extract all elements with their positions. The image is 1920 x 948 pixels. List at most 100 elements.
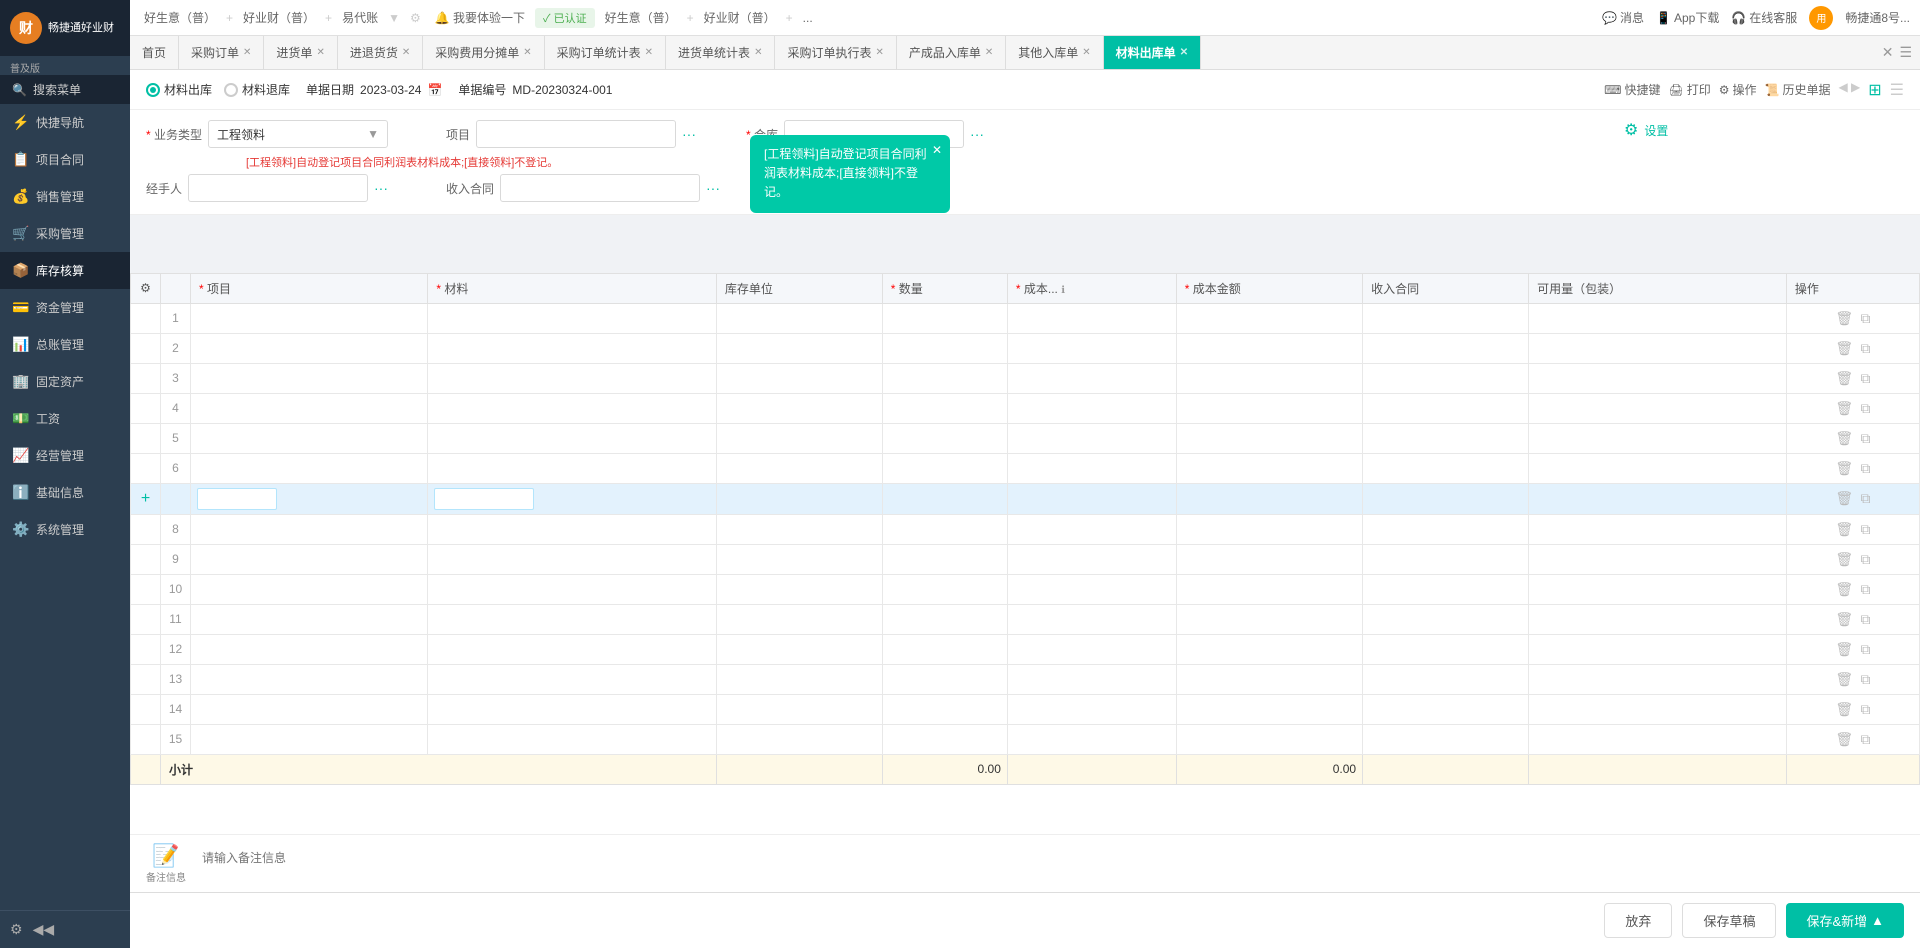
topbar-easy-agent[interactable]: 易代账 — [338, 7, 382, 28]
delete-row-icon[interactable]: 🗑 — [1833, 310, 1855, 326]
radio-material-out[interactable]: 材料出库 — [146, 81, 212, 98]
row-project-cell[interactable] — [191, 453, 428, 483]
discard-button[interactable]: 放弃 — [1604, 903, 1672, 938]
sidebar-item-system[interactable]: ⚙️ 系统管理 — [0, 511, 130, 548]
copy-row-icon[interactable]: ⧉ — [1859, 671, 1873, 687]
project-cell-input[interactable] — [197, 488, 277, 510]
tab-inbound-return[interactable]: 进退货货 ✕ — [338, 36, 423, 70]
row-project-cell[interactable] — [191, 634, 428, 664]
message-button[interactable]: 💬 消息 — [1602, 9, 1644, 26]
sidebar-item-info[interactable]: ℹ️ 基础信息 — [0, 474, 130, 511]
tooltip-close-button[interactable]: ✕ — [932, 141, 942, 160]
warehouse-dots[interactable]: ··· — [970, 126, 984, 142]
copy-row-icon[interactable]: ⧉ — [1859, 460, 1873, 476]
row-material-cell[interactable] — [428, 634, 716, 664]
tab-close-inbound[interactable]: ✕ — [316, 47, 324, 58]
income-contract-dots[interactable]: ··· — [706, 180, 720, 196]
user-avatar[interactable]: 用 — [1809, 6, 1833, 30]
tab-purchase-order[interactable]: 采购订单 ✕ — [179, 36, 264, 70]
row-material-cell[interactable] — [428, 514, 716, 544]
delete-row-icon[interactable]: 🗑 — [1833, 641, 1855, 657]
sidebar-item-salary[interactable]: 💵 工资 — [0, 400, 130, 437]
delete-row-icon[interactable]: 🗑 — [1833, 671, 1855, 687]
row-material-cell[interactable] — [428, 453, 716, 483]
delete-row-icon[interactable]: 🗑 — [1833, 521, 1855, 537]
delete-row-icon[interactable]: 🗑 — [1833, 400, 1855, 416]
print-button[interactable]: 🖨 打印 — [1668, 80, 1710, 100]
delete-row-icon[interactable]: 🗑 — [1833, 611, 1855, 627]
tab-close-other-inbound[interactable]: ✕ — [1082, 47, 1090, 58]
app-download-button[interactable]: 📱 App下载 — [1656, 9, 1719, 26]
tab-close-inbound-stats[interactable]: ✕ — [754, 47, 762, 58]
tab-close-purchase-expense[interactable]: ✕ — [523, 47, 531, 58]
topbar-try[interactable]: 🔔 我要体验一下 — [431, 7, 529, 28]
tab-material-outbound[interactable]: 材料出库单 ✕ — [1104, 36, 1201, 70]
material-cell-input[interactable] — [434, 488, 534, 510]
handler-dots[interactable]: ··· — [374, 180, 388, 196]
row-material-cell[interactable] — [428, 694, 716, 724]
sidebar-item-finance[interactable]: 💳 资金管理 — [0, 289, 130, 326]
tab-purchase-stats[interactable]: 采购订单统计表 ✕ — [545, 36, 666, 70]
row-material-cell[interactable] — [428, 574, 716, 604]
copy-row-icon[interactable]: ⧉ — [1859, 701, 1873, 717]
copy-row-icon[interactable]: ⧉ — [1859, 370, 1873, 386]
sidebar-item-quicknav[interactable]: ⚡ 快捷导航 — [0, 104, 130, 141]
row-material-cell[interactable] — [428, 423, 716, 453]
copy-row-icon[interactable]: ⧉ — [1859, 340, 1873, 356]
delete-row-icon[interactable]: 🗑 — [1833, 490, 1855, 506]
row-project-cell[interactable] — [191, 664, 428, 694]
copy-row-icon[interactable]: ⧉ — [1859, 731, 1873, 747]
tab-close-purchase-order[interactable]: ✕ — [243, 47, 251, 58]
history-button[interactable]: 📜 历史单据 — [1764, 80, 1830, 100]
sidebar-item-project[interactable]: 📋 项目合同 — [0, 141, 130, 178]
sidebar-item-assets[interactable]: 🏢 固定资产 — [0, 363, 130, 400]
row-gear[interactable]: + — [131, 483, 161, 514]
sidebar-item-operations[interactable]: 📈 经营管理 — [0, 437, 130, 474]
row-material-cell[interactable] — [428, 333, 716, 363]
row-project-cell[interactable] — [191, 423, 428, 453]
row-material-cell[interactable] — [428, 724, 716, 754]
delete-row-icon[interactable]: 🗑 — [1833, 370, 1855, 386]
tab-inbound[interactable]: 进货单 ✕ — [264, 36, 337, 70]
project-input[interactable] — [476, 120, 676, 148]
row-project-cell[interactable] — [191, 604, 428, 634]
project-dots[interactable]: ··· — [682, 126, 696, 142]
row-material-cell[interactable] — [428, 664, 716, 694]
tab-inbound-stats[interactable]: 进货单统计表 ✕ — [666, 36, 775, 70]
copy-row-icon[interactable]: ⧉ — [1859, 490, 1873, 506]
tab-close-all[interactable]: ✕ — [1882, 44, 1894, 61]
copy-row-icon[interactable]: ⧉ — [1859, 400, 1873, 416]
row-material-cell[interactable] — [428, 604, 716, 634]
notes-input[interactable] — [196, 843, 1904, 883]
copy-row-icon[interactable]: ⧉ — [1859, 521, 1873, 537]
business-type-select[interactable]: 工程领料 ▼ — [208, 120, 388, 148]
sidebar-item-ledger[interactable]: 📊 总账管理 — [0, 326, 130, 363]
row-material-cell[interactable] — [428, 483, 716, 514]
save-draft-button[interactable]: 保存草稿 — [1682, 903, 1776, 938]
row-project-cell[interactable] — [191, 514, 428, 544]
delete-row-icon[interactable]: 🗑 — [1833, 460, 1855, 476]
delete-row-icon[interactable]: 🗑 — [1833, 430, 1855, 446]
row-project-cell[interactable] — [191, 363, 428, 393]
copy-row-icon[interactable]: ⧉ — [1859, 430, 1873, 446]
operate-button[interactable]: ⚙ 操作 — [1719, 80, 1757, 100]
delete-row-icon[interactable]: 🗑 — [1833, 551, 1855, 567]
settings-label[interactable]: 设置 — [1644, 122, 1668, 139]
sidebar-item-inventory[interactable]: 📦 库存核算 — [0, 252, 130, 289]
income-contract-input[interactable] — [500, 174, 700, 202]
tab-close-material-outbound[interactable]: ✕ — [1180, 47, 1188, 58]
radio-material-return[interactable]: 材料退库 — [224, 81, 290, 98]
collapse-icon[interactable]: ◀◀ — [33, 921, 55, 938]
topbar-more[interactable]: ... — [799, 9, 817, 27]
row-material-cell[interactable] — [428, 393, 716, 423]
list-view-icon[interactable]: ☰ — [1890, 80, 1904, 100]
tab-home[interactable]: 首页 — [130, 36, 179, 70]
topbar-gf2[interactable]: 好业财（普） — [700, 7, 780, 28]
tab-menu[interactable]: ☰ — [1899, 44, 1912, 61]
save-new-button[interactable]: 保存&新增 ▲ — [1786, 903, 1904, 938]
tab-other-inbound[interactable]: 其他入库单 ✕ — [1006, 36, 1103, 70]
tab-close-finished-goods[interactable]: ✕ — [985, 47, 993, 58]
tab-purchase-expense[interactable]: 采购费用分摊单 ✕ — [423, 36, 544, 70]
row-project-cell[interactable] — [191, 694, 428, 724]
copy-row-icon[interactable]: ⧉ — [1859, 551, 1873, 567]
